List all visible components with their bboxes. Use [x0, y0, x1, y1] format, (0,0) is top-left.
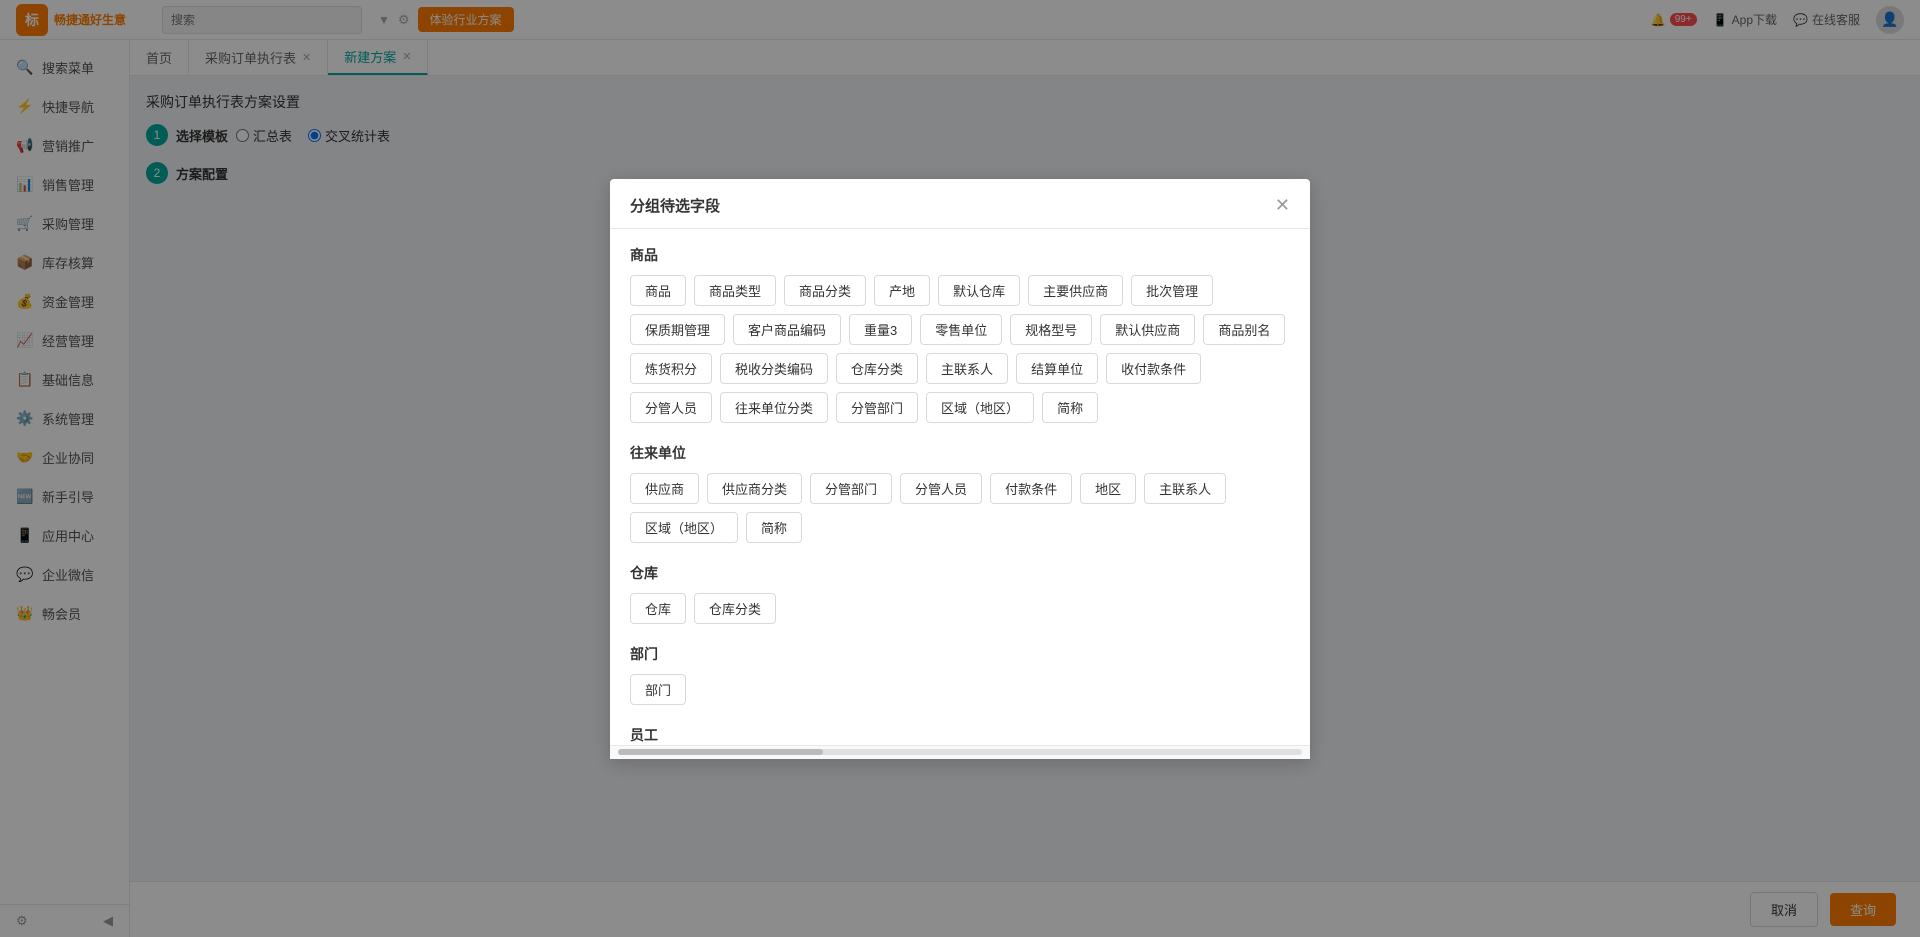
field-tag-goods-20[interactable]: 分管人员 [630, 392, 712, 423]
field-tag-warehouse-0[interactable]: 仓库 [630, 593, 686, 624]
field-tag-partner-7[interactable]: 区域（地区） [630, 512, 738, 543]
modal-close-button[interactable]: ✕ [1275, 196, 1290, 214]
field-tag-partner-3[interactable]: 分管人员 [900, 473, 982, 504]
field-section-employee: 员工业务员 [630, 725, 1290, 746]
field-tags-goods: 商品商品类型商品分类产地默认仓库主要供应商批次管理保质期管理客户商品编码重量3 零… [630, 275, 1290, 423]
field-tag-goods-0[interactable]: 商品 [630, 275, 686, 306]
field-tag-goods-9[interactable]: 重量3 [849, 314, 912, 345]
field-section-goods: 商品商品商品类型商品分类产地默认仓库主要供应商批次管理保质期管理客户商品编码重量… [630, 245, 1290, 423]
field-tag-partner-2[interactable]: 分管部门 [810, 473, 892, 504]
field-tag-goods-12[interactable]: 默认供应商 [1100, 314, 1195, 345]
modal-horizontal-scroll[interactable] [610, 745, 1310, 758]
field-tag-goods-7[interactable]: 保质期管理 [630, 314, 725, 345]
field-tags-warehouse: 仓库仓库分类 [630, 593, 1290, 624]
field-tag-goods-22[interactable]: 分管部门 [836, 392, 918, 423]
modal-overlay: 分组待选字段 ✕ 商品商品商品类型商品分类产地默认仓库主要供应商批次管理保质期管… [0, 0, 1920, 937]
section-title-partner: 往来单位 [630, 443, 1290, 463]
field-section-partner: 往来单位供应商供应商分类分管部门分管人员付款条件地区主联系人区域（地区） 简称 [630, 443, 1290, 543]
field-tag-goods-5[interactable]: 主要供应商 [1028, 275, 1123, 306]
modal: 分组待选字段 ✕ 商品商品商品类型商品分类产地默认仓库主要供应商批次管理保质期管… [610, 179, 1310, 759]
field-tag-goods-23[interactable]: 区域（地区） [926, 392, 1034, 423]
field-tag-goods-19[interactable]: 收付款条件 [1106, 353, 1201, 384]
section-title-employee: 员工 [630, 725, 1290, 745]
field-tag-goods-8[interactable]: 客户商品编码 [733, 314, 841, 345]
field-tag-partner-6[interactable]: 主联系人 [1144, 473, 1226, 504]
field-tag-goods-10[interactable]: 零售单位 [920, 314, 1002, 345]
field-tag-partner-0[interactable]: 供应商 [630, 473, 699, 504]
section-title-warehouse: 仓库 [630, 563, 1290, 583]
field-tag-goods-3[interactable]: 产地 [874, 275, 930, 306]
section-title-department: 部门 [630, 644, 1290, 664]
field-tag-partner-8[interactable]: 简称 [746, 512, 802, 543]
field-tag-goods-6[interactable]: 批次管理 [1131, 275, 1213, 306]
modal-body: 商品商品商品类型商品分类产地默认仓库主要供应商批次管理保质期管理客户商品编码重量… [610, 229, 1310, 746]
field-section-warehouse: 仓库仓库仓库分类 [630, 563, 1290, 624]
field-tag-partner-1[interactable]: 供应商分类 [707, 473, 802, 504]
field-tag-goods-11[interactable]: 规格型号 [1010, 314, 1092, 345]
field-tag-goods-1[interactable]: 商品类型 [694, 275, 776, 306]
field-tag-partner-4[interactable]: 付款条件 [990, 473, 1072, 504]
field-tag-goods-21[interactable]: 往来单位分类 [720, 392, 828, 423]
field-tags-department: 部门 [630, 674, 1290, 705]
modal-title: 分组待选字段 [630, 195, 720, 216]
field-tag-goods-2[interactable]: 商品分类 [784, 275, 866, 306]
field-tags-partner: 供应商供应商分类分管部门分管人员付款条件地区主联系人区域（地区） 简称 [630, 473, 1290, 543]
field-tag-partner-5[interactable]: 地区 [1080, 473, 1136, 504]
field-tag-department-0[interactable]: 部门 [630, 674, 686, 705]
field-tag-warehouse-1[interactable]: 仓库分类 [694, 593, 776, 624]
field-tag-goods-24[interactable]: 简称 [1042, 392, 1098, 423]
field-tag-goods-14[interactable]: 炼货积分 [630, 353, 712, 384]
modal-header: 分组待选字段 ✕ [610, 179, 1310, 229]
field-tag-goods-13[interactable]: 商品别名 [1203, 314, 1285, 345]
field-tag-goods-4[interactable]: 默认仓库 [938, 275, 1020, 306]
field-section-department: 部门部门 [630, 644, 1290, 705]
field-tag-goods-18[interactable]: 结算单位 [1016, 353, 1098, 384]
section-title-goods: 商品 [630, 245, 1290, 265]
field-tag-goods-16[interactable]: 仓库分类 [836, 353, 918, 384]
field-tag-goods-15[interactable]: 税收分类编码 [720, 353, 828, 384]
field-tag-goods-17[interactable]: 主联系人 [926, 353, 1008, 384]
